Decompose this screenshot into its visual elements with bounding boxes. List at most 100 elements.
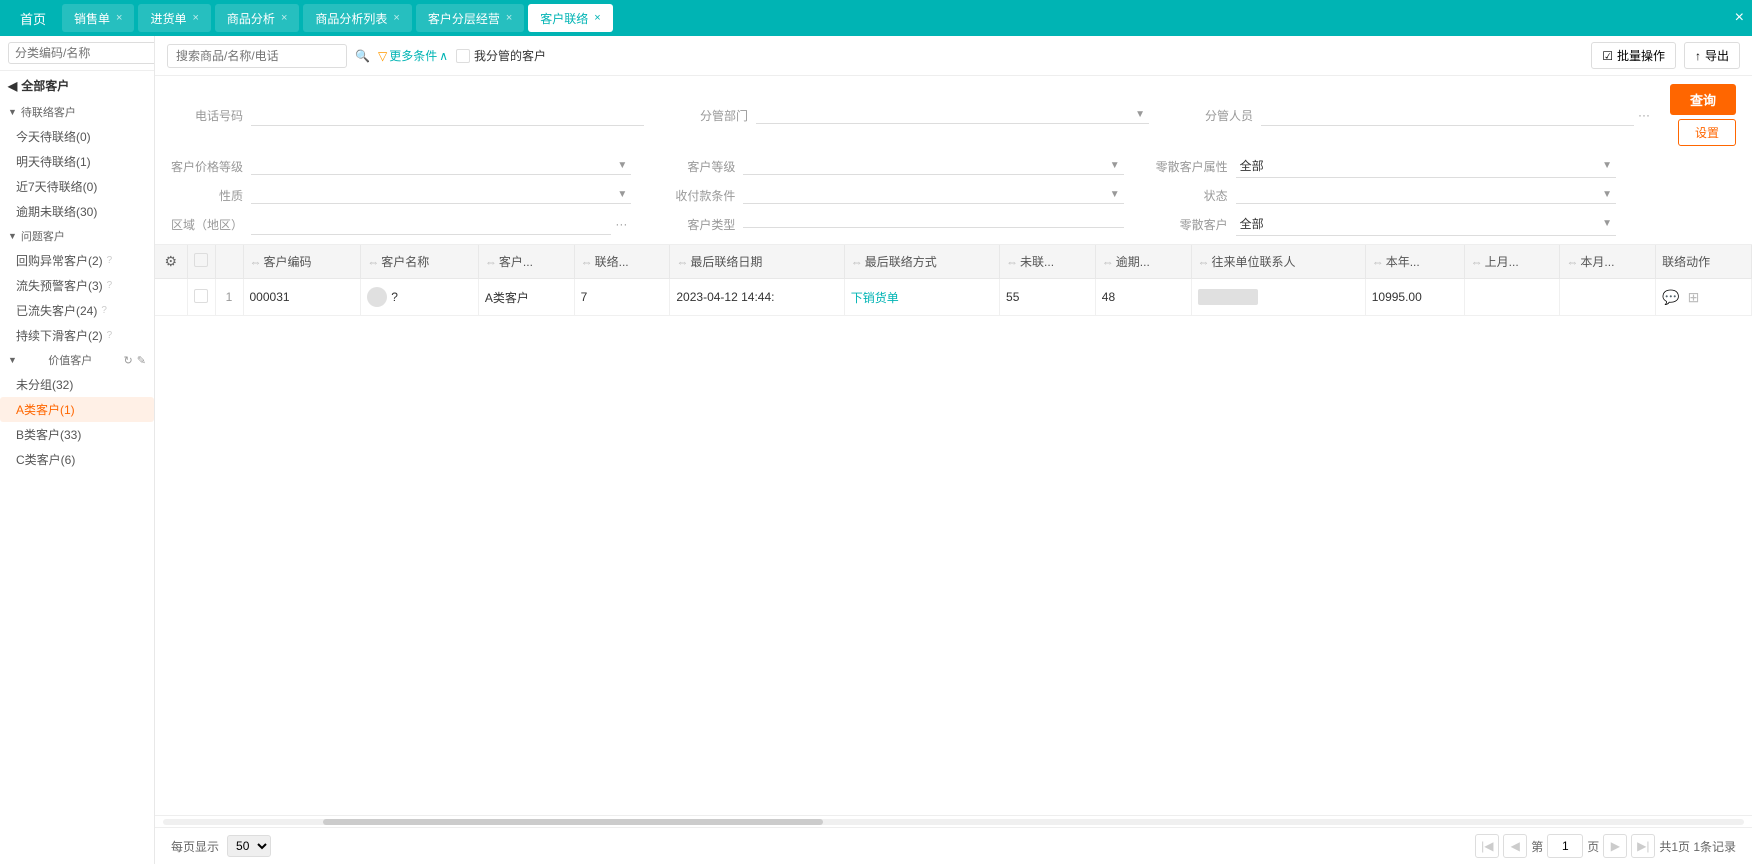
select-all-checkbox[interactable]: [194, 253, 208, 267]
close-tab-sales-icon[interactable]: ×: [116, 12, 122, 24]
advanced-filter: 电话号码 分管部门 ▼ 分管人员 ···: [155, 76, 1752, 245]
table-area[interactable]: ⚙ ⇔客户编码 ⇔客户名称 ⇔客户... ⇔联络... ⇔最后联络日期 ⇔最后联…: [155, 245, 1752, 815]
adv-settings-btn[interactable]: 设置: [1678, 119, 1736, 146]
filter-more-btn[interactable]: ▽ 更多条件 ∧: [378, 47, 448, 64]
select-nature[interactable]: ▼: [251, 186, 631, 204]
search-input[interactable]: [167, 44, 347, 68]
window-close-icon[interactable]: ×: [1735, 9, 1744, 27]
col-this-year: ⇔本年...: [1365, 245, 1464, 279]
per-page-label: 每页显示: [171, 838, 219, 855]
row-overdue: 48: [1095, 279, 1191, 316]
field-status: 状态 ▼: [1156, 186, 1616, 204]
last-contact-method-link[interactable]: 下销货单: [851, 291, 899, 305]
filter-actions: ☑ 批量操作 ↑ 导出: [1591, 42, 1740, 69]
close-tab-customer-layer-icon[interactable]: ×: [506, 12, 512, 24]
row-action: 💬 ⊞: [1656, 279, 1752, 316]
col-last-contact-method: ⇔最后联络方式: [844, 245, 999, 279]
nav-home[interactable]: 首页: [8, 0, 58, 36]
nav-tab-analysis[interactable]: 商品分析 ×: [215, 4, 299, 32]
nav-tab-sales[interactable]: 销售单 ×: [62, 4, 134, 32]
sidebar-item-repurchase-abnormal[interactable]: 回购异常客户(2) ?: [0, 248, 154, 273]
sidebar-search-input[interactable]: [8, 42, 155, 64]
per-page-select[interactable]: 50: [227, 835, 271, 857]
first-page-btn[interactable]: |◀: [1475, 834, 1499, 858]
prev-page-btn[interactable]: ◀: [1503, 834, 1527, 858]
sidebar-group-value[interactable]: 价值客户 ↻ ✎: [0, 348, 154, 372]
qr-action-icon[interactable]: ⊞: [1688, 289, 1700, 306]
scroll-area[interactable]: [155, 815, 1752, 827]
sidebar-item-today-pending[interactable]: 今天待联络(0): [0, 124, 154, 149]
sidebar-item-unclassified[interactable]: 未分组(32): [0, 372, 154, 397]
sidebar-item-churned[interactable]: 已流失客户(24) ?: [0, 298, 154, 323]
query-btn[interactable]: 查询: [1670, 84, 1736, 115]
select-dept[interactable]: ▼: [756, 106, 1149, 124]
close-tab-analysis-list-icon[interactable]: ×: [393, 12, 399, 24]
nav-tab-customer-layer[interactable]: 客户分层经营 ×: [416, 4, 524, 32]
sidebar-item-7days-pending[interactable]: 近7天待联络(0): [0, 174, 154, 199]
batch-op-btn[interactable]: ☑ 批量操作: [1591, 42, 1676, 69]
sidebar-all-customers[interactable]: ◀ 全部客户: [0, 71, 154, 100]
row-check[interactable]: [187, 279, 215, 316]
select-customer-level[interactable]: ▼: [743, 157, 1123, 175]
col-settings[interactable]: ⚙: [155, 245, 187, 279]
input-area[interactable]: [251, 214, 611, 235]
label-scatter-attr: 零散客户属性: [1156, 158, 1236, 175]
col-no-contact: ⇔未联...: [1000, 245, 1096, 279]
row-unit-contact: [1191, 279, 1365, 316]
nav-tab-purchase[interactable]: 进货单 ×: [138, 4, 210, 32]
last-page-btn[interactable]: ▶|: [1631, 834, 1655, 858]
next-page-btn[interactable]: ▶: [1603, 834, 1627, 858]
select-payment[interactable]: ▼: [743, 186, 1123, 204]
col-overdue: ⇔逾期...: [1095, 245, 1191, 279]
bottom-bar: 每页显示 50 |◀ ◀ 第 页 ▶ ▶| 共1页 1条记录: [155, 827, 1752, 864]
page-input[interactable]: [1547, 834, 1583, 858]
refresh-icon[interactable]: ↻: [124, 354, 133, 367]
field-customer-type: 客户类型: [663, 216, 1123, 233]
field-scatter-customer: 零散客户 全部 ▼: [1156, 212, 1616, 236]
label-payment: 收付款条件: [663, 187, 743, 204]
sidebar-item-b-class[interactable]: B类客户(33): [0, 422, 154, 447]
col-check[interactable]: [187, 245, 215, 279]
row-code: 000031: [243, 279, 361, 316]
table-gear-icon[interactable]: ⚙: [164, 253, 177, 269]
sidebar-item-a-class[interactable]: A类客户(1): [0, 397, 154, 422]
nav-tab-customer-contact[interactable]: 客户联络 ×: [528, 4, 612, 32]
label-scatter-customer: 零散客户: [1156, 216, 1236, 233]
row-contact: 7: [574, 279, 670, 316]
select-scatter-attr[interactable]: 全部 ▼: [1236, 154, 1616, 178]
sidebar-item-declining[interactable]: 持续下滑客户(2) ?: [0, 323, 154, 348]
nav-tab-analysis-list[interactable]: 商品分析列表 ×: [303, 4, 411, 32]
adv-filter-row-3: 性质 ▼ 收付款条件 ▼ 状态: [171, 186, 1736, 204]
select-status[interactable]: ▼: [1236, 186, 1616, 204]
filter-search-icon[interactable]: 🔍: [355, 49, 370, 63]
edit-icon[interactable]: ✎: [137, 354, 146, 367]
field-phone: 电话号码: [171, 105, 644, 126]
area-dots-icon[interactable]: ···: [611, 217, 631, 231]
sidebar-item-tomorrow-pending[interactable]: 明天待联络(1): [0, 149, 154, 174]
scroll-track[interactable]: [163, 819, 1744, 825]
close-tab-analysis-icon[interactable]: ×: [281, 12, 287, 24]
select-scatter-customer[interactable]: 全部 ▼: [1236, 212, 1616, 236]
my-customers-filter[interactable]: 我分管的客户: [456, 47, 546, 64]
my-customers-checkbox[interactable]: [456, 49, 470, 63]
sidebar-item-churn-warning[interactable]: 流失预警客户(3) ?: [0, 273, 154, 298]
sidebar-item-c-class[interactable]: C类客户(6): [0, 447, 154, 472]
close-tab-customer-contact-icon[interactable]: ×: [594, 12, 600, 24]
select-price-level[interactable]: ▼: [251, 157, 631, 175]
select-customer-type[interactable]: [743, 221, 1123, 228]
input-phone[interactable]: [251, 105, 644, 126]
avatar: [367, 287, 387, 307]
manager-dots-icon[interactable]: ···: [1634, 108, 1654, 122]
input-manager[interactable]: [1261, 105, 1634, 126]
close-tab-purchase-icon[interactable]: ×: [192, 12, 198, 24]
row-name[interactable]: ?: [361, 279, 479, 316]
row-last-contact-method[interactable]: 下销货单: [844, 279, 999, 316]
row-checkbox[interactable]: [194, 289, 208, 303]
sidebar-group-problem[interactable]: 问题客户: [0, 224, 154, 248]
sidebar-item-overdue-contact[interactable]: 逾期未联络(30): [0, 199, 154, 224]
message-action-icon[interactable]: 💬: [1662, 289, 1679, 306]
scroll-thumb[interactable]: [323, 819, 823, 825]
label-customer-type: 客户类型: [663, 216, 743, 233]
sidebar-group-pending[interactable]: 待联络客户: [0, 100, 154, 124]
export-btn[interactable]: ↑ 导出: [1684, 42, 1740, 69]
